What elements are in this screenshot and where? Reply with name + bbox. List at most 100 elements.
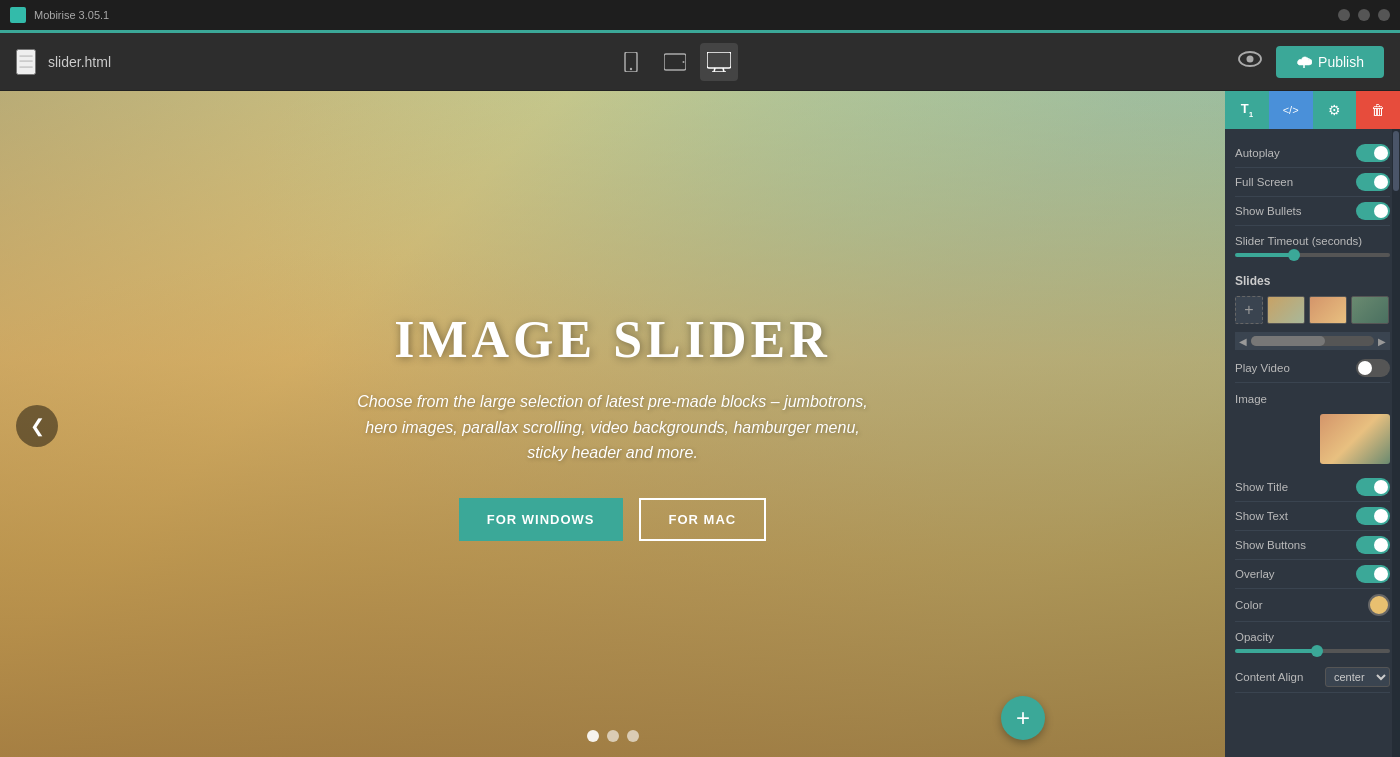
publish-button[interactable]: Publish xyxy=(1276,46,1384,78)
play-video-row: Play Video xyxy=(1235,354,1390,383)
settings-tab-icon: ⚙ xyxy=(1328,102,1341,118)
cloud-icon xyxy=(1296,54,1312,70)
opacity-track[interactable] xyxy=(1235,649,1390,653)
slider-dots xyxy=(587,730,639,742)
right-panel: T1 </> ⚙ 🗑 Autoplay Full Screen xyxy=(1225,91,1400,757)
slides-section-title: Slides xyxy=(1235,266,1390,292)
mac-button[interactable]: FOR MAC xyxy=(639,498,767,541)
slides-scroll-right[interactable]: ▶ xyxy=(1374,332,1390,350)
slide-thumb-2[interactable] xyxy=(1309,296,1347,324)
desktop-view-button[interactable] xyxy=(700,43,738,81)
tab-code[interactable]: </> xyxy=(1269,91,1313,129)
overlay-label: Overlay xyxy=(1235,568,1275,580)
show-text-label: Show Text xyxy=(1235,510,1288,522)
minimize-button[interactable] xyxy=(1338,9,1350,21)
svg-point-3 xyxy=(682,61,684,63)
show-bullets-label: Show Bullets xyxy=(1235,205,1301,217)
slider-timeout-section: Slider Timeout (seconds) xyxy=(1235,226,1390,266)
color-label: Color xyxy=(1235,599,1262,611)
text-tab-icon: T1 xyxy=(1241,101,1253,119)
window-controls[interactable] xyxy=(1338,9,1390,21)
dot-1[interactable] xyxy=(587,730,599,742)
slider-buttons: FOR WINDOWS FOR MAC xyxy=(353,498,873,541)
tab-text[interactable]: T1 xyxy=(1225,91,1269,129)
opacity-label: Opacity xyxy=(1235,631,1274,643)
fullscreen-label: Full Screen xyxy=(1235,176,1293,188)
autoplay-label: Autoplay xyxy=(1235,147,1280,159)
content-align-row: Content Align left center right xyxy=(1235,662,1390,693)
publish-label: Publish xyxy=(1318,54,1364,70)
panel-scrollbar[interactable] xyxy=(1392,129,1400,757)
tab-settings[interactable]: ⚙ xyxy=(1313,91,1357,129)
panel-scroll-thumb xyxy=(1393,131,1399,191)
slider-timeout-thumb xyxy=(1288,249,1300,261)
image-section: Image xyxy=(1235,383,1390,473)
show-text-row: Show Text xyxy=(1235,502,1390,531)
preview-button[interactable] xyxy=(1238,50,1262,73)
dot-3[interactable] xyxy=(627,730,639,742)
toolbar-right: Publish xyxy=(1238,46,1384,78)
panel-settings-content: Autoplay Full Screen Show Bullets Slider… xyxy=(1225,129,1400,757)
content-align-select[interactable]: left center right xyxy=(1325,667,1390,687)
panel-tabs: T1 </> ⚙ 🗑 xyxy=(1225,91,1400,129)
image-preview[interactable] xyxy=(1320,414,1390,464)
show-title-toggle[interactable] xyxy=(1356,478,1390,496)
add-slide-button[interactable]: + xyxy=(1235,296,1263,324)
opacity-thumb xyxy=(1311,645,1323,657)
delete-tab-icon: 🗑 xyxy=(1371,102,1385,118)
play-video-label: Play Video xyxy=(1235,362,1290,374)
show-title-row: Show Title xyxy=(1235,473,1390,502)
color-swatch[interactable] xyxy=(1368,594,1390,616)
image-label: Image xyxy=(1235,393,1267,405)
color-row: Color xyxy=(1235,589,1390,622)
slider-hero: ❮ IMAGE SLIDER Choose from the large sel… xyxy=(0,91,1225,757)
autoplay-toggle[interactable] xyxy=(1356,144,1390,162)
titlebar-left: Mobirise 3.05.1 xyxy=(10,7,109,23)
add-block-button[interactable]: + xyxy=(1001,696,1045,740)
slide-thumb-1[interactable] xyxy=(1267,296,1305,324)
eye-icon xyxy=(1238,50,1262,68)
main-area: ❮ IMAGE SLIDER Choose from the large sel… xyxy=(0,91,1400,757)
slider-title: IMAGE SLIDER xyxy=(353,310,873,369)
close-button[interactable] xyxy=(1378,9,1390,21)
toolbar-left: ☰ slider.html xyxy=(16,49,111,75)
show-bullets-toggle[interactable] xyxy=(1356,202,1390,220)
play-video-toggle[interactable] xyxy=(1356,359,1390,377)
show-buttons-toggle[interactable] xyxy=(1356,536,1390,554)
desktop-icon xyxy=(707,52,731,72)
mobile-view-button[interactable] xyxy=(612,43,650,81)
opacity-section: Opacity xyxy=(1235,622,1390,662)
tablet-view-button[interactable] xyxy=(656,43,694,81)
tab-delete[interactable]: 🗑 xyxy=(1356,91,1400,129)
slides-scroll-left[interactable]: ◀ xyxy=(1235,332,1251,350)
svg-rect-4 xyxy=(707,52,731,68)
show-text-toggle[interactable] xyxy=(1356,507,1390,525)
slides-scroll-handle xyxy=(1251,336,1325,346)
slides-scroll-bar xyxy=(1251,336,1374,346)
slides-scrollbar[interactable]: ◀ ▶ xyxy=(1235,332,1390,350)
maximize-button[interactable] xyxy=(1358,9,1370,21)
titlebar: Mobirise 3.05.1 xyxy=(0,0,1400,30)
show-bullets-row: Show Bullets xyxy=(1235,197,1390,226)
slide-thumb-3[interactable] xyxy=(1351,296,1389,324)
slides-thumbnails: + xyxy=(1235,292,1390,328)
fullscreen-toggle[interactable] xyxy=(1356,173,1390,191)
tablet-icon xyxy=(664,53,686,71)
show-buttons-label: Show Buttons xyxy=(1235,539,1306,551)
slider-timeout-track[interactable] xyxy=(1235,253,1390,257)
overlay-toggle[interactable] xyxy=(1356,565,1390,583)
prev-slide-button[interactable]: ❮ xyxy=(16,405,58,447)
image-row: Image xyxy=(1235,388,1390,410)
app-logo xyxy=(10,7,26,23)
fullscreen-row: Full Screen xyxy=(1235,168,1390,197)
windows-button[interactable]: FOR WINDOWS xyxy=(459,498,623,541)
show-title-label: Show Title xyxy=(1235,481,1288,493)
show-buttons-row: Show Buttons xyxy=(1235,531,1390,560)
app-title: Mobirise 3.05.1 xyxy=(34,9,109,21)
overlay-row: Overlay xyxy=(1235,560,1390,589)
mobile-icon xyxy=(622,52,640,72)
menu-button[interactable]: ☰ xyxy=(16,49,36,75)
svg-point-1 xyxy=(629,67,631,69)
dot-2[interactable] xyxy=(607,730,619,742)
slider-timeout-label: Slider Timeout (seconds) xyxy=(1235,235,1362,247)
